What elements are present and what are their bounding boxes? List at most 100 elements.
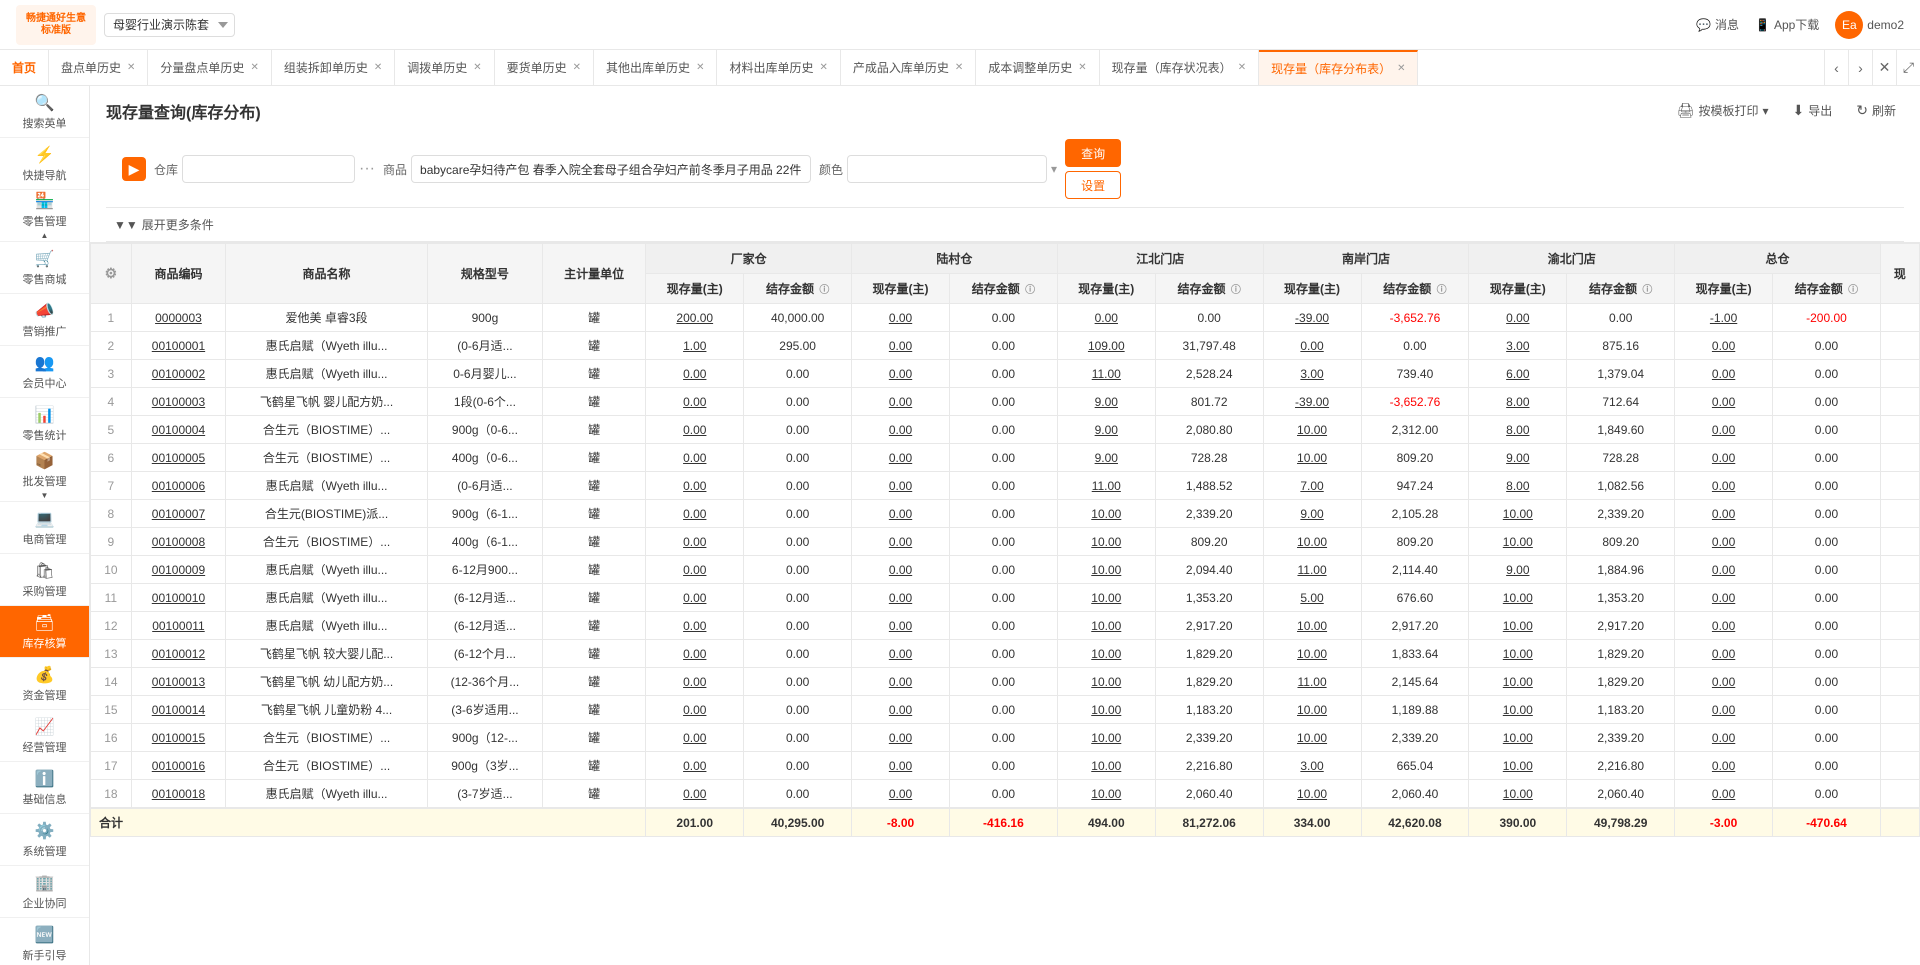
code-link[interactable]: 0000003	[155, 311, 202, 325]
filter-expand-btn[interactable]: ▶	[122, 157, 146, 181]
cell-jiangbei-stock: 10.00	[1057, 668, 1155, 696]
sidebar-item-enterprise[interactable]: 🏢 企业协同	[0, 866, 89, 918]
code-link[interactable]: 00100009	[152, 563, 205, 577]
sidebar-item-ops-mgmt[interactable]: 📈 经营管理	[0, 710, 89, 762]
sidebar-item-new-guide[interactable]: 🆕 新手引导	[0, 918, 89, 965]
sidebar-item-retail-stat[interactable]: 📊 零售统计	[0, 398, 89, 450]
cell-factory-balance: 0.00	[744, 724, 852, 752]
footer-factory-stock: 201.00	[646, 808, 744, 837]
close-transfer-icon[interactable]: ✕	[473, 62, 481, 73]
print-btn[interactable]: 🖨 按模板打印 ▾	[1669, 98, 1777, 123]
settings-btn[interactable]: 设置	[1065, 171, 1121, 199]
cell-extra	[1880, 556, 1919, 584]
code-link[interactable]: 00100001	[152, 339, 205, 353]
sidebar-item-finance[interactable]: 💰 资金管理	[0, 658, 89, 710]
more-conditions-btn[interactable]: ▼▼ 展开更多条件	[106, 212, 222, 237]
close-stock-dist-icon[interactable]: ✕	[1397, 63, 1405, 74]
refresh-btn[interactable]: ↻ 刷新	[1848, 98, 1904, 123]
code-link[interactable]: 00100004	[152, 423, 205, 437]
sidebar-item-wholesale-mgmt[interactable]: 📦 批发管理 ▼	[0, 450, 89, 502]
total-balance-info-icon[interactable]: ⓘ	[1848, 285, 1858, 296]
sidebar-item-stock[interactable]: 🗃 库存核算	[0, 606, 89, 658]
close-material-out-icon[interactable]: ✕	[819, 62, 827, 73]
land-balance-info-icon[interactable]: ⓘ	[1025, 285, 1035, 296]
cell-extra	[1880, 780, 1919, 809]
code-link[interactable]: 00100005	[152, 451, 205, 465]
app-download-btn[interactable]: 📱 App下载	[1755, 16, 1819, 33]
code-link[interactable]: 00100018	[152, 787, 205, 801]
tab-disk-multi[interactable]: 分量盘点单历史 ✕	[148, 50, 271, 86]
nanan-balance-info-icon[interactable]: ⓘ	[1437, 285, 1447, 296]
close-kit-unpack-icon[interactable]: ✕	[374, 62, 382, 73]
tab-other-out[interactable]: 其他出库单历史 ✕	[594, 50, 717, 86]
table-container[interactable]: ⚙ 商品编码 商品名称 规格型号 主计量单位 厂家仓 陆村仓 江北门店 南岸门店…	[90, 243, 1920, 965]
tab-disk-single[interactable]: 盘点单历史 ✕	[49, 50, 148, 86]
tab-cost-adjust[interactable]: 成本调整单历史 ✕	[976, 50, 1099, 86]
warehouse-dots-icon[interactable]: ···	[359, 160, 375, 178]
code-link[interactable]: 00100007	[152, 507, 205, 521]
cell-jiangbei-balance: 2,060.40	[1155, 780, 1263, 809]
code-link[interactable]: 00100006	[152, 479, 205, 493]
cell-unit: 罐	[542, 780, 645, 809]
code-link[interactable]: 00100012	[152, 647, 205, 661]
nav-close-all-btn[interactable]: ✕	[1872, 50, 1896, 86]
tab-stock-dist[interactable]: 现存量（库存分布表） ✕	[1259, 50, 1418, 86]
sidebar-item-shortcut[interactable]: ⚡ 快捷导航	[0, 138, 89, 190]
code-link[interactable]: 00100016	[152, 759, 205, 773]
close-stock-status-icon[interactable]: ✕	[1238, 62, 1246, 73]
tab-material-out[interactable]: 材料出库单历史 ✕	[717, 50, 840, 86]
sidebar-item-search[interactable]: 🔍 搜索英单	[0, 86, 89, 138]
code-link[interactable]: 00100008	[152, 535, 205, 549]
nav-prev-btn[interactable]: ‹	[1824, 50, 1848, 86]
code-link[interactable]: 00100010	[152, 591, 205, 605]
cell-extra	[1880, 752, 1919, 780]
gear-icon[interactable]: ⚙	[105, 265, 118, 281]
tab-pickup[interactable]: 要货单历史 ✕	[495, 50, 594, 86]
sidebar-item-sys-mgmt[interactable]: ⚙️ 系统管理	[0, 814, 89, 866]
color-input[interactable]	[847, 155, 1047, 183]
nav-expand-btn[interactable]: ⤢	[1896, 50, 1920, 86]
sidebar-item-marketing[interactable]: 📣 营销推广	[0, 294, 89, 346]
code-link[interactable]: 00100003	[152, 395, 205, 409]
user-info[interactable]: Ea demo2	[1835, 11, 1904, 39]
tab-home[interactable]: 首页	[0, 50, 49, 86]
code-link[interactable]: 00100002	[152, 367, 205, 381]
sidebar-item-member[interactable]: 👥 会员中心	[0, 346, 89, 398]
yubei-balance-info-icon[interactable]: ⓘ	[1642, 285, 1652, 296]
color-dropdown-icon[interactable]: ▾	[1051, 162, 1057, 176]
tab-transfer-label: 调拨单历史	[407, 59, 467, 76]
cell-unit: 罐	[542, 444, 645, 472]
goods-input[interactable]	[411, 155, 811, 183]
jiangbei-balance-info-icon[interactable]: ⓘ	[1231, 285, 1241, 296]
tab-product-in[interactable]: 产成品入库单历史 ✕	[841, 50, 976, 86]
code-link[interactable]: 00100011	[152, 619, 205, 633]
tab-transfer[interactable]: 调拨单历史 ✕	[395, 50, 494, 86]
close-product-in-icon[interactable]: ✕	[955, 62, 963, 73]
code-link[interactable]: 00100015	[152, 731, 205, 745]
close-other-out-icon[interactable]: ✕	[696, 62, 704, 73]
close-disk-multi-icon[interactable]: ✕	[250, 62, 258, 73]
tab-stock-status[interactable]: 现存量（库存状况表） ✕	[1100, 50, 1259, 86]
sys-mgmt-icon: ⚙️	[35, 821, 55, 841]
close-disk-single-icon[interactable]: ✕	[127, 62, 135, 73]
close-pickup-icon[interactable]: ✕	[573, 62, 581, 73]
message-btn[interactable]: 💬 消息	[1696, 16, 1739, 33]
close-cost-adjust-icon[interactable]: ✕	[1078, 62, 1086, 73]
sidebar-item-retail-mgmt[interactable]: 🏪 零售管理 ▲	[0, 190, 89, 242]
sidebar-item-base-info[interactable]: ℹ️ 基础信息	[0, 762, 89, 814]
nav-next-btn[interactable]: ›	[1848, 50, 1872, 86]
tab-kit-unpack[interactable]: 组装拆卸单历史 ✕	[272, 50, 395, 86]
export-btn[interactable]: ⬇ 导出	[1785, 98, 1841, 123]
warehouse-input[interactable]	[182, 155, 355, 183]
cell-factory-stock: 0.00	[646, 612, 744, 640]
code-link[interactable]: 00100013	[152, 675, 205, 689]
sidebar-item-ecommerce[interactable]: 💻 电商管理	[0, 502, 89, 554]
sidebar-item-purchase[interactable]: 🛍 采购管理	[0, 554, 89, 606]
factory-balance-info-icon[interactable]: ⓘ	[819, 285, 829, 296]
th-gear[interactable]: ⚙	[91, 244, 132, 304]
sidebar-item-retail-shop[interactable]: 🛒 零售商城	[0, 242, 89, 294]
industry-select[interactable]: 母婴行业演示陈套	[104, 13, 235, 37]
cell-jiangbei-balance: 1,488.52	[1155, 472, 1263, 500]
code-link[interactable]: 00100014	[152, 703, 205, 717]
query-btn[interactable]: 查询	[1065, 139, 1121, 167]
